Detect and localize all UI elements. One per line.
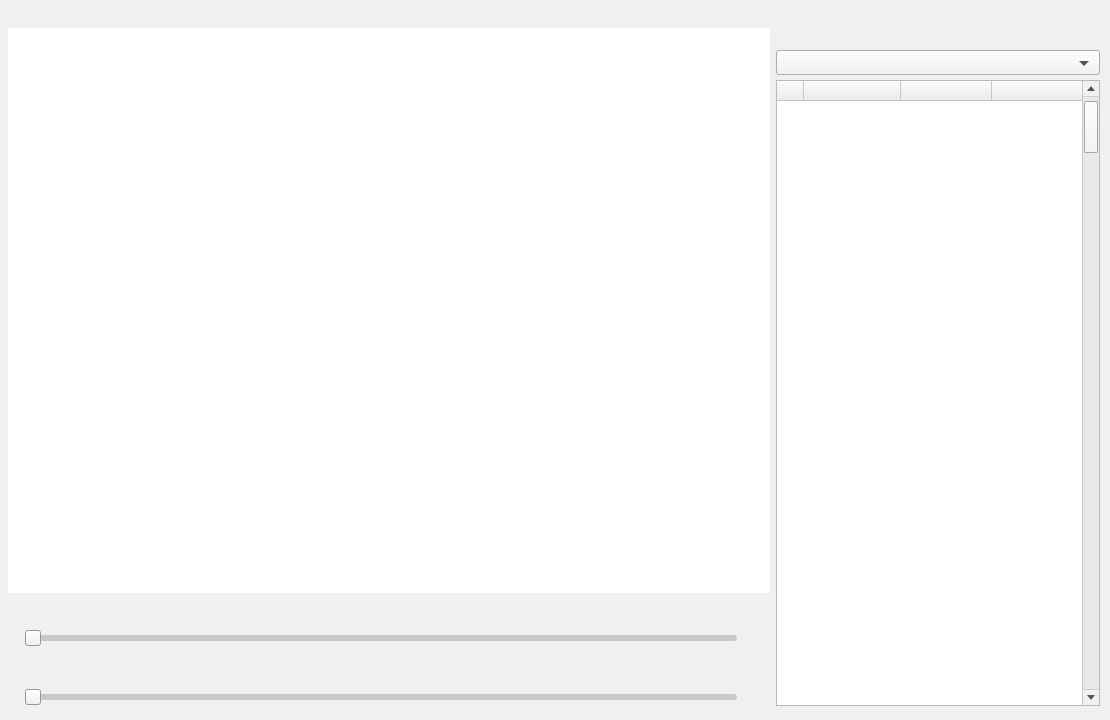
scrollbar-thumb[interactable] xyxy=(1084,101,1098,153)
elevation-slider-track[interactable] xyxy=(25,694,737,700)
azimuth-slider-handle[interactable] xyxy=(25,630,41,646)
scroll-down-button[interactable] xyxy=(1083,689,1099,705)
elevation-slider-row xyxy=(0,689,770,705)
azimuth-slider-track[interactable] xyxy=(25,635,737,641)
data-table[interactable] xyxy=(776,80,1100,706)
menu-file[interactable] xyxy=(4,9,22,13)
figure-area xyxy=(8,28,770,593)
table-corner-cell xyxy=(777,81,804,101)
azimuth-slider-row xyxy=(0,630,770,646)
arrow-up-icon xyxy=(1087,86,1095,91)
table-header-column-c[interactable] xyxy=(992,81,1083,101)
menu-about[interactable] xyxy=(22,9,40,13)
menu-bar xyxy=(0,0,1110,21)
table-header-column-b[interactable] xyxy=(901,81,992,101)
table-scrollbar[interactable] xyxy=(1082,81,1099,705)
table-header-row xyxy=(777,81,1099,101)
arrow-down-icon xyxy=(1087,695,1095,700)
scroll-up-button[interactable] xyxy=(1083,81,1099,97)
table-header-column-a[interactable] xyxy=(804,81,901,101)
elevation-slider-handle[interactable] xyxy=(25,689,41,705)
wireframe-plot-canvas[interactable] xyxy=(8,28,770,593)
app-window: { "menu": { "file_label": "File", "about… xyxy=(0,0,1110,720)
plot-type-combobox[interactable] xyxy=(776,50,1100,75)
chevron-down-icon xyxy=(1079,61,1089,66)
